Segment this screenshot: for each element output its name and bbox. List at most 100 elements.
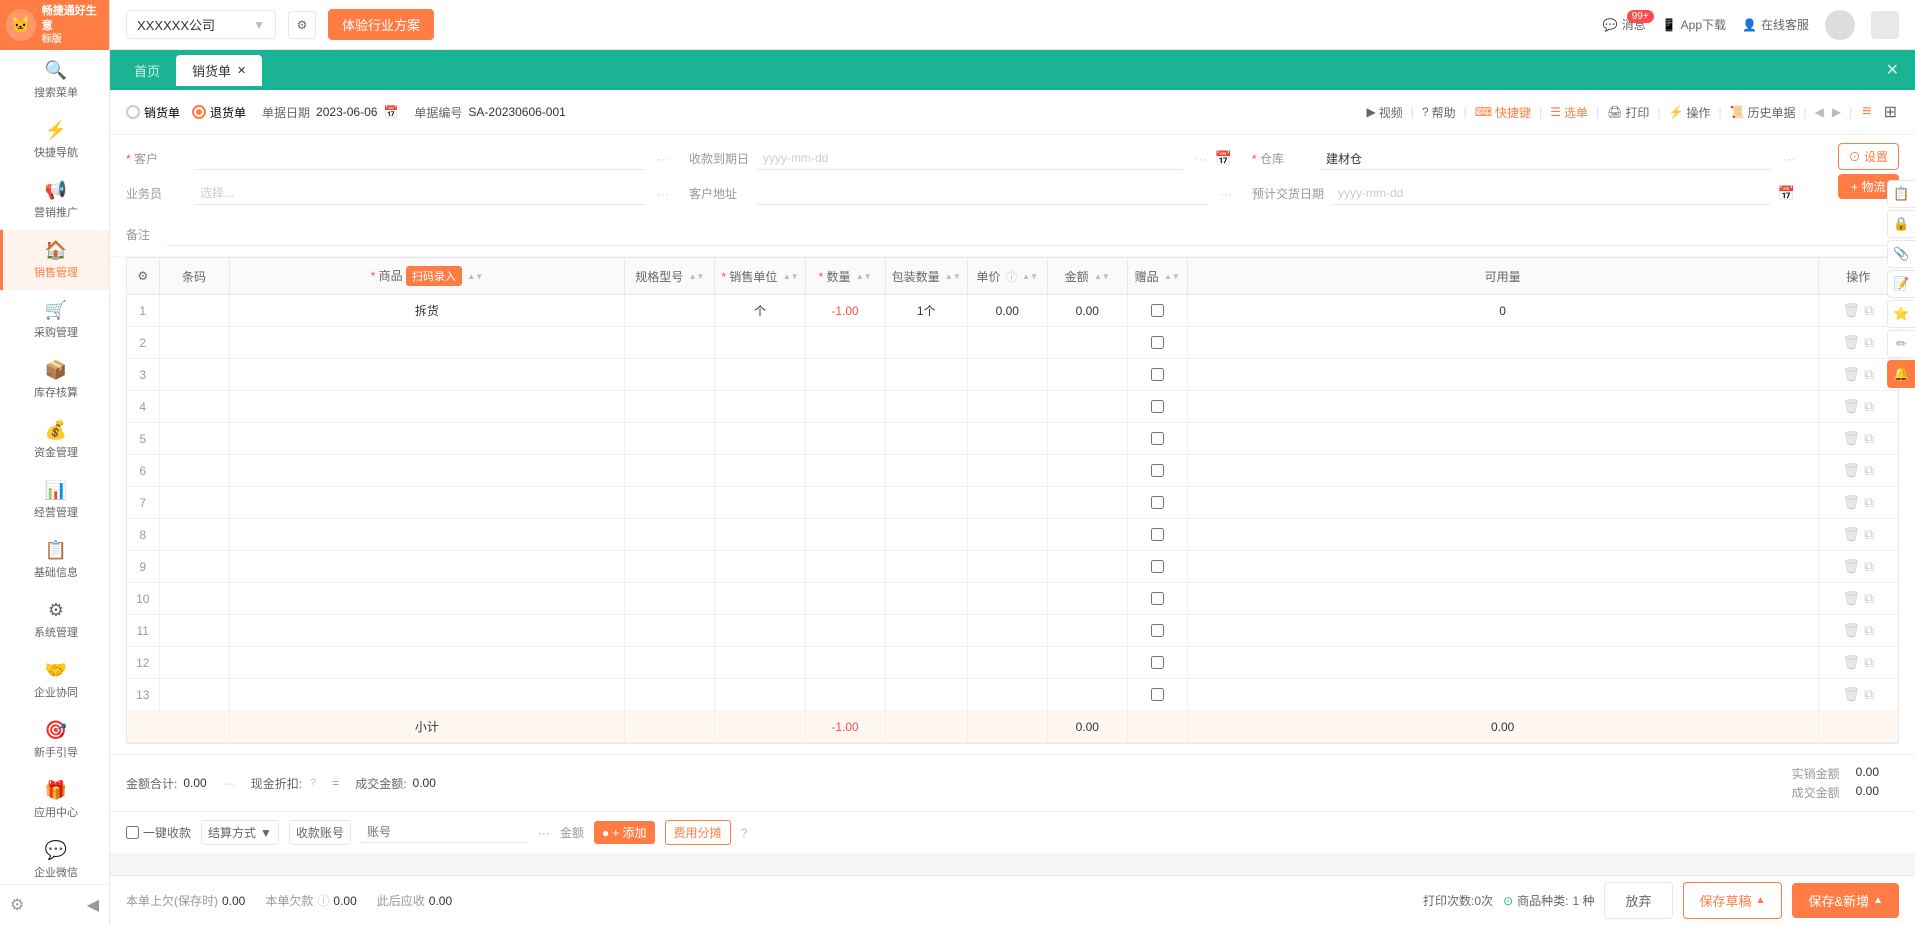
sidebar-item-inventory[interactable]: 📦 库存核算 xyxy=(0,350,109,410)
salesman-input[interactable] xyxy=(194,182,645,205)
delete-icon[interactable]: 🗑 xyxy=(1842,654,1860,671)
delete-icon[interactable]: 🗑 xyxy=(1842,334,1860,351)
save-new-button[interactable]: 保存&新增 ▲ xyxy=(1792,883,1899,918)
radio-return-order[interactable]: 退货单 xyxy=(192,104,246,121)
sidebar-item-operations[interactable]: 📊 经营管理 xyxy=(0,470,109,530)
product-sort-icon[interactable]: ▲▼ xyxy=(467,273,483,281)
sidebar-item-search[interactable]: 🔍 搜索菜单 xyxy=(0,50,109,110)
salesman-dots[interactable]: ··· xyxy=(657,187,669,201)
float-orange-button[interactable]: 🔔 xyxy=(1887,360,1915,388)
delete-icon[interactable]: 🗑 xyxy=(1842,686,1860,703)
online-service-button[interactable]: 👤 在线客服 xyxy=(1742,16,1809,33)
save-draft-button[interactable]: 保存草稿 ▲ xyxy=(1683,882,1783,919)
price-sort-icon[interactable]: ▲▼ xyxy=(1022,273,1038,281)
close-all-tabs-button[interactable]: ✕ xyxy=(1878,56,1907,84)
delete-icon[interactable]: 🗑 xyxy=(1842,590,1860,607)
qty-cell-1[interactable]: -1.00 xyxy=(805,295,885,327)
tab-sales-order[interactable]: 销货单 ✕ xyxy=(176,55,262,86)
add-payment-button[interactable]: ● + 添加 xyxy=(594,821,655,844)
float-attachment-button[interactable]: 📎 xyxy=(1887,240,1915,268)
qty-sort-icon[interactable]: ▲▼ xyxy=(856,273,872,281)
grid-view-icon[interactable]: ⊞ xyxy=(1882,100,1899,124)
delete-icon[interactable]: 🗑 xyxy=(1842,526,1860,543)
gift-checkbox-8[interactable] xyxy=(1151,528,1164,541)
sidebar-item-finance[interactable]: 💰 资金管理 xyxy=(0,410,109,470)
copy-icon[interactable]: ⧉ xyxy=(1864,366,1874,383)
account-select[interactable]: 收款账号 xyxy=(289,820,351,845)
delete-icon[interactable]: 🗑 xyxy=(1842,430,1860,447)
trial-button[interactable]: 体验行业方案 xyxy=(328,9,434,40)
copy-icon[interactable]: ⧉ xyxy=(1864,686,1874,703)
list-view-icon[interactable]: ≡ xyxy=(1860,101,1873,123)
form-settings-button[interactable]: ⊙ 设置 xyxy=(1838,143,1899,170)
customer-address-dots[interactable]: ··· xyxy=(1220,187,1232,201)
copy-icon[interactable]: ⧉ xyxy=(1864,622,1874,639)
copy-row-1-icon[interactable]: ⧉ xyxy=(1864,302,1874,319)
expected-delivery-calendar-icon[interactable]: 📅 xyxy=(1778,185,1795,202)
unit-price-info-icon[interactable]: ⓘ xyxy=(1006,272,1017,284)
sidebar-item-sales[interactable]: 🏠 销售管理 xyxy=(0,230,109,290)
sidebar-item-enterprise[interactable]: 🤝 企业协同 xyxy=(0,650,109,710)
sidebar-collapse-icon[interactable]: ◀ xyxy=(87,895,99,915)
float-note-button[interactable]: 📝 xyxy=(1887,270,1915,298)
remark-input[interactable] xyxy=(166,223,1899,246)
gift-checkbox-5[interactable] xyxy=(1151,432,1164,445)
expected-delivery-input[interactable] xyxy=(1332,182,1770,205)
gift-checkbox-6[interactable] xyxy=(1151,464,1164,477)
gift-checkbox-4[interactable] xyxy=(1151,400,1164,413)
settlement-method-select[interactable]: 结算方式 ▼ xyxy=(201,820,279,845)
gift-checkbox-2[interactable] xyxy=(1151,336,1164,349)
tab-close-icon[interactable]: ✕ xyxy=(237,64,246,77)
one-key-payment-checkbox[interactable]: 一键收款 xyxy=(126,824,191,841)
float-star-button[interactable]: ⭐ xyxy=(1887,300,1915,328)
copy-icon[interactable]: ⧉ xyxy=(1864,654,1874,671)
customer-input[interactable] xyxy=(194,147,645,170)
sidebar-settings-icon[interactable]: ⚙ xyxy=(10,895,24,915)
sidebar-item-appstore[interactable]: 🎁 应用中心 xyxy=(0,770,109,830)
gift-checkbox-10[interactable] xyxy=(1151,592,1164,605)
sidebar-item-marketing[interactable]: 📢 营销推广 xyxy=(0,170,109,230)
delete-icon[interactable]: 🗑 xyxy=(1842,366,1860,383)
warehouse-input[interactable] xyxy=(1320,147,1771,170)
radio-sales-order[interactable]: 销货单 xyxy=(126,104,180,121)
select-action[interactable]: ☰ 选单 xyxy=(1550,104,1588,121)
discount-info-icon[interactable]: ? xyxy=(310,777,316,789)
delete-icon[interactable]: 🗑 xyxy=(1842,558,1860,575)
help-action[interactable]: ? 帮助 xyxy=(1422,104,1456,121)
discard-button[interactable]: 放弃 xyxy=(1604,882,1672,919)
delete-icon[interactable]: 🗑 xyxy=(1842,494,1860,511)
product-type-icon[interactable]: ⊙ xyxy=(1503,894,1513,908)
payment-due-dots[interactable]: ··· xyxy=(1195,152,1207,166)
message-button[interactable]: 💬 消息 99+ xyxy=(1603,16,1646,33)
sidebar-item-quick-nav[interactable]: ⚡ 快捷导航 xyxy=(0,110,109,170)
one-key-payment-input[interactable] xyxy=(126,826,139,839)
copy-icon[interactable]: ⧉ xyxy=(1864,398,1874,415)
owe-info-icon[interactable]: ⓘ xyxy=(317,892,329,909)
float-clipboard-button[interactable]: 📋 xyxy=(1887,180,1915,208)
settings-gear-button[interactable]: ⚙ xyxy=(288,11,316,39)
app-download-button[interactable]: 📱 App下载 xyxy=(1662,16,1726,33)
shortcut-action[interactable]: ⌨ 快捷键 xyxy=(1475,104,1531,121)
product-cell-1[interactable]: 拆货 xyxy=(229,295,625,327)
sidebar-item-wechat[interactable]: 💬 企业微信 xyxy=(0,830,109,884)
sidebar-item-purchase[interactable]: 🛒 采购管理 xyxy=(0,290,109,350)
gift-checkbox-9[interactable] xyxy=(1151,560,1164,573)
expense-split-button[interactable]: 费用分摊 xyxy=(665,820,731,845)
company-selector[interactable]: XXXXXX公司 ▼ xyxy=(126,10,276,39)
unit-price-cell-1[interactable]: 0.00 xyxy=(967,295,1047,327)
float-edit-button[interactable]: ✏ xyxy=(1887,330,1915,358)
delete-icon[interactable]: 🗑 xyxy=(1842,398,1860,415)
customer-dots[interactable]: ··· xyxy=(657,152,669,166)
next-record-icon[interactable]: ▶ xyxy=(1832,105,1841,119)
gift-checkbox-1[interactable] xyxy=(1151,304,1164,317)
gift-checkbox-3[interactable] xyxy=(1151,368,1164,381)
account-input[interactable] xyxy=(361,822,528,843)
warehouse-dots[interactable]: ··· xyxy=(1783,152,1795,166)
table-settings-icon[interactable]: ⚙ xyxy=(137,269,148,283)
gift-sort-icon[interactable]: ▲▼ xyxy=(1164,273,1180,281)
pack-sort-icon[interactable]: ▲▼ xyxy=(945,273,961,281)
sidebar-item-basic[interactable]: 📋 基础信息 xyxy=(0,530,109,590)
delete-icon[interactable]: 🗑 xyxy=(1842,462,1860,479)
payment-due-input[interactable] xyxy=(757,147,1183,170)
gift-checkbox-7[interactable] xyxy=(1151,496,1164,509)
